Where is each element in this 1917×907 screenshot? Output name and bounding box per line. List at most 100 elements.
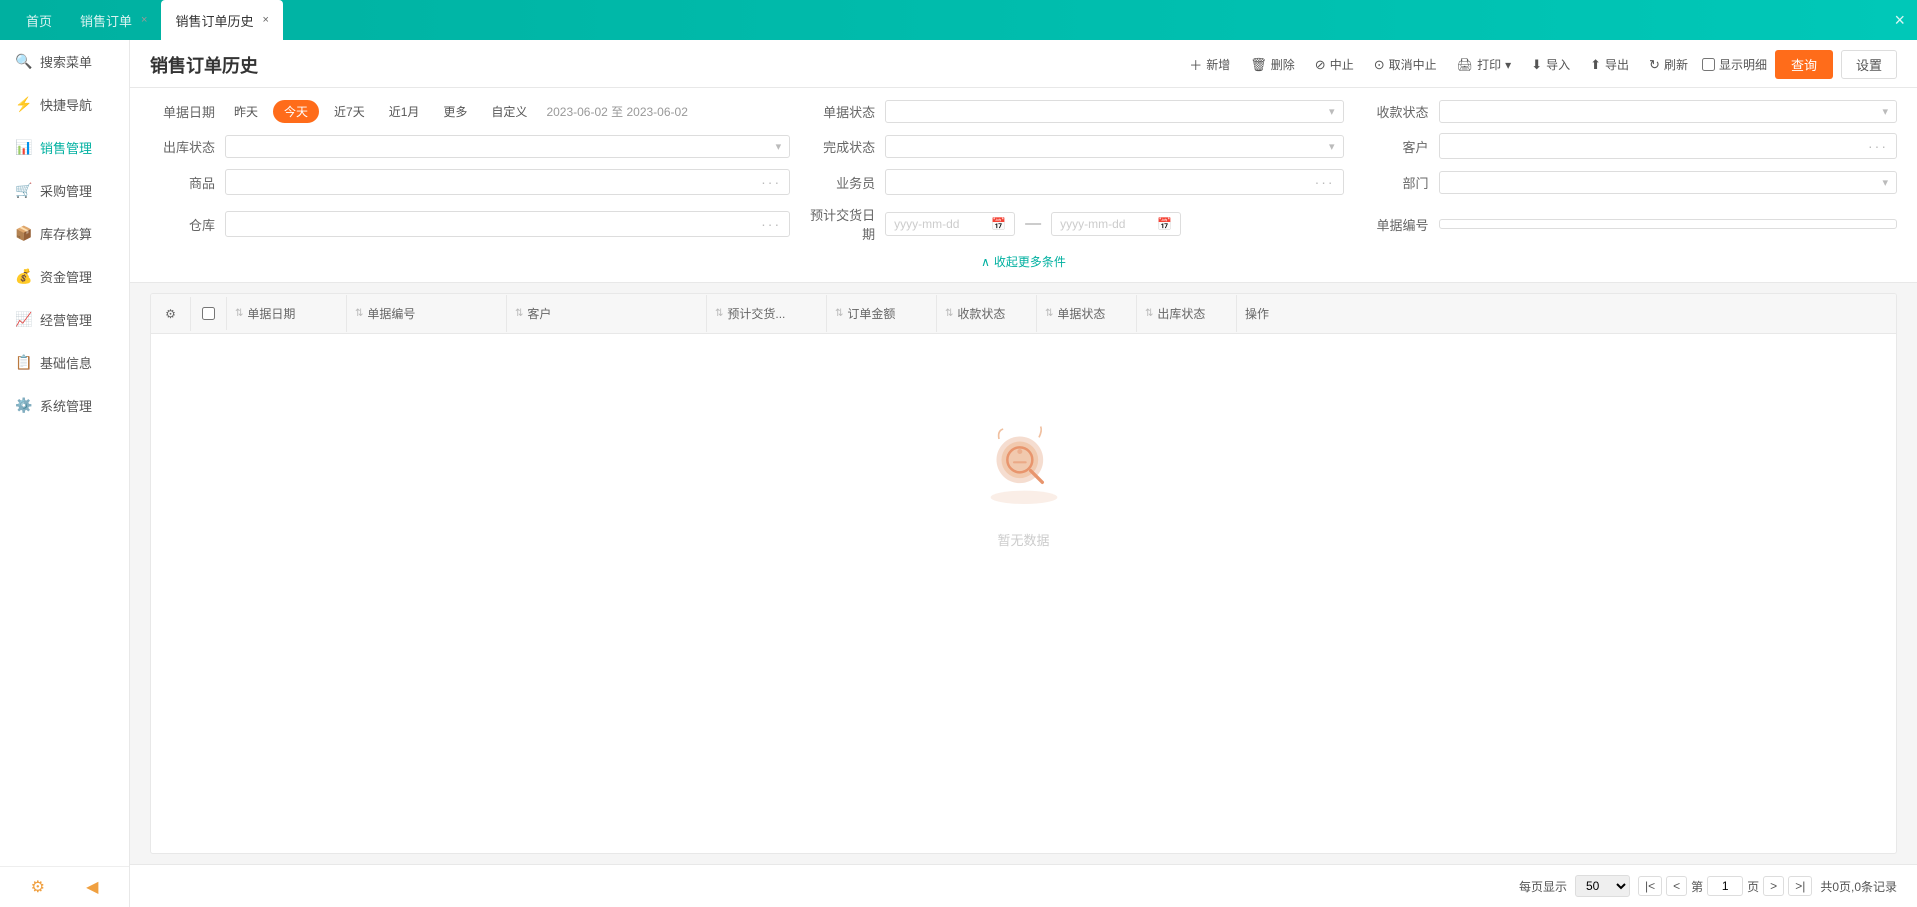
sales-mgmt-icon: 📊 [16,140,32,156]
first-page-button[interactable]: |< [1638,876,1662,896]
tab-home[interactable]: 首页 [12,0,66,40]
customer-label: 客户 [1364,137,1439,156]
pay-status-label: 收款状态 [1364,102,1439,121]
sidebar-item-sys-mgmt[interactable]: ⚙️ 系统管理 [0,384,129,427]
filter-row-1: 单据日期 昨天 今天 近7天 近1月 更多 自定义 2023-06-02 至 2… [150,100,1897,123]
product-label: 商品 [150,173,225,192]
out-status-label: 出库状态 [150,137,225,156]
customer-input[interactable]: ··· [1439,133,1897,159]
th-gear[interactable]: ⚙ [151,297,191,331]
date-btn-7days[interactable]: 近7天 [325,100,374,123]
filter-cell-bill-num: 单据编号 [1344,215,1897,234]
sort-amount-icon: ⇅ [835,308,843,319]
last-page-button[interactable]: >| [1788,876,1812,896]
export-button[interactable]: ⬆ 导出 [1584,53,1635,76]
new-label: 新增 [1206,56,1230,73]
display-toggle-checkbox[interactable] [1702,58,1715,71]
date-btn-custom[interactable]: 自定义 [482,100,536,123]
date-btn-1month[interactable]: 近1月 [380,100,429,123]
print-label: 打印 [1477,56,1501,73]
page-input[interactable] [1707,876,1743,896]
pay-status-chevron: ▾ [1882,105,1888,118]
pay-status-select[interactable]: ▾ [1439,100,1897,123]
collapse-row[interactable]: ∧ 收起更多条件 [150,253,1897,270]
product-input[interactable]: ··· [225,169,790,195]
sidebar-item-quick-nav[interactable]: ⚡ 快捷导航 [0,83,129,126]
out-status-select[interactable]: ▾ [225,135,790,158]
tab-sales-order[interactable]: 销售订单 × [66,0,161,40]
collapse-icon[interactable]: ◀ [86,877,98,897]
sort-date-icon: ⇅ [235,308,243,319]
query-button[interactable]: 查询 [1775,50,1833,79]
salesperson-input[interactable]: ··· [885,169,1343,195]
th-bill-status[interactable]: ⇅ 单据状态 [1037,295,1137,332]
cancel-stop-button[interactable]: ⊙ 取消中止 [1368,53,1443,76]
complete-status-select[interactable]: ▾ [885,135,1343,158]
new-icon: ＋ [1189,55,1202,74]
search-menu-icon: 🔍 [16,54,32,70]
print-button[interactable]: 🖨 打印 ▾ [1451,53,1518,76]
gear-icon: ⚙ [165,307,176,321]
date-btn-yesterday[interactable]: 昨天 [225,100,267,123]
stop-button[interactable]: ⊘ 中止 [1309,53,1360,76]
select-all-checkbox[interactable] [202,307,215,320]
display-toggle[interactable]: 显示明细 [1702,56,1767,73]
page-header: 销售订单历史 ＋ 新增 🗑 删除 ⊘ 中止 ⊙ 取消中止 [130,40,1917,88]
prev-page-button[interactable]: < [1666,876,1687,896]
toolbar: ＋ 新增 🗑 删除 ⊘ 中止 ⊙ 取消中止 🖨 打印 [1183,50,1897,79]
settings-bottom-icon[interactable]: ⚙ [31,877,45,897]
sidebar-item-ops-mgmt-label: 经营管理 [40,310,92,329]
content: 销售订单历史 ＋ 新增 🗑 删除 ⊘ 中止 ⊙ 取消中止 [130,40,1917,907]
th-warehouse-label: 出库状态 [1157,305,1205,322]
tab-sales-order-close[interactable]: × [141,14,147,26]
tab-sales-history-close[interactable]: × [262,14,268,26]
th-date[interactable]: ⇅ 单据日期 [227,295,347,332]
filter-cell-bill-status: 单据状态 ▾ [790,100,1343,123]
tab-sales-history-label: 销售订单历史 [175,11,253,30]
setting-button[interactable]: 设置 [1841,50,1897,79]
sidebar-item-purchase-mgmt[interactable]: 🛒 采购管理 [0,169,129,212]
sidebar-item-base-info[interactable]: 📋 基础信息 [0,341,129,384]
th-pay-status[interactable]: ⇅ 收款状态 [937,295,1037,332]
total-info: 共0页,0条记录 [1820,878,1897,895]
th-check[interactable] [191,297,227,330]
sidebar-item-ops-mgmt[interactable]: 📈 经营管理 [0,298,129,341]
window-close-button[interactable]: × [1894,10,1905,31]
bill-num-input[interactable] [1439,219,1897,229]
filter-cell-delivery-date: 预计交货日期 yyyy-mm-dd 📅 — yyyy-mm-dd 📅 [790,205,1343,243]
department-select[interactable]: ▾ [1439,171,1897,194]
date-btn-more[interactable]: 更多 [434,100,476,123]
th-warehouse-status[interactable]: ⇅ 出库状态 [1137,295,1237,332]
sidebar-item-sales-mgmt[interactable]: 📊 销售管理 [0,126,129,169]
date-btn-today[interactable]: 今天 [273,100,319,123]
page-size-select[interactable]: 50 10 20 100 [1575,875,1630,897]
sidebar-item-inventory[interactable]: 📦 库存核算 [0,212,129,255]
sidebar-item-finance[interactable]: 💰 资金管理 [0,255,129,298]
th-customer[interactable]: ⇅ 客户 [507,295,707,332]
bill-status-select[interactable]: ▾ [885,100,1343,123]
sort-bill-icon: ⇅ [1045,308,1053,319]
th-num[interactable]: ⇅ 单据编号 [347,295,507,332]
next-page-button[interactable]: > [1763,876,1784,896]
th-amount[interactable]: ⇅ 订单金额 [827,295,937,332]
th-pay-label: 收款状态 [957,305,1005,322]
delete-button[interactable]: 🗑 删除 [1244,53,1301,76]
warehouse-input[interactable]: ··· [225,211,790,237]
page-nav: |< < 第 页 > >| [1638,876,1812,896]
filter-cell-complete-status: 完成状态 ▾ [790,135,1343,158]
refresh-button[interactable]: ↻ 刷新 [1643,53,1694,76]
delivery-date-from[interactable]: yyyy-mm-dd 📅 [885,212,1015,236]
th-delivery[interactable]: ⇅ 预计交货... [707,295,827,332]
date-control: 昨天 今天 近7天 近1月 更多 自定义 2023-06-02 至 2023-0… [225,100,688,123]
new-button[interactable]: ＋ 新增 [1183,52,1236,77]
page-of-label: 页 [1747,878,1759,895]
sort-num-icon: ⇅ [355,308,363,319]
sidebar-item-search-menu[interactable]: 🔍 搜索菜单 [0,40,129,83]
delivery-date-to[interactable]: yyyy-mm-dd 📅 [1051,212,1181,236]
delete-label: 删除 [1271,56,1295,73]
import-button[interactable]: ⬇ 导入 [1525,53,1576,76]
delete-icon: 🗑 [1250,57,1267,73]
tab-sales-history[interactable]: 销售订单历史 × [161,0,282,40]
filter-area: 单据日期 昨天 今天 近7天 近1月 更多 自定义 2023-06-02 至 2… [130,88,1917,283]
warehouse-dots-icon: ··· [761,216,781,232]
